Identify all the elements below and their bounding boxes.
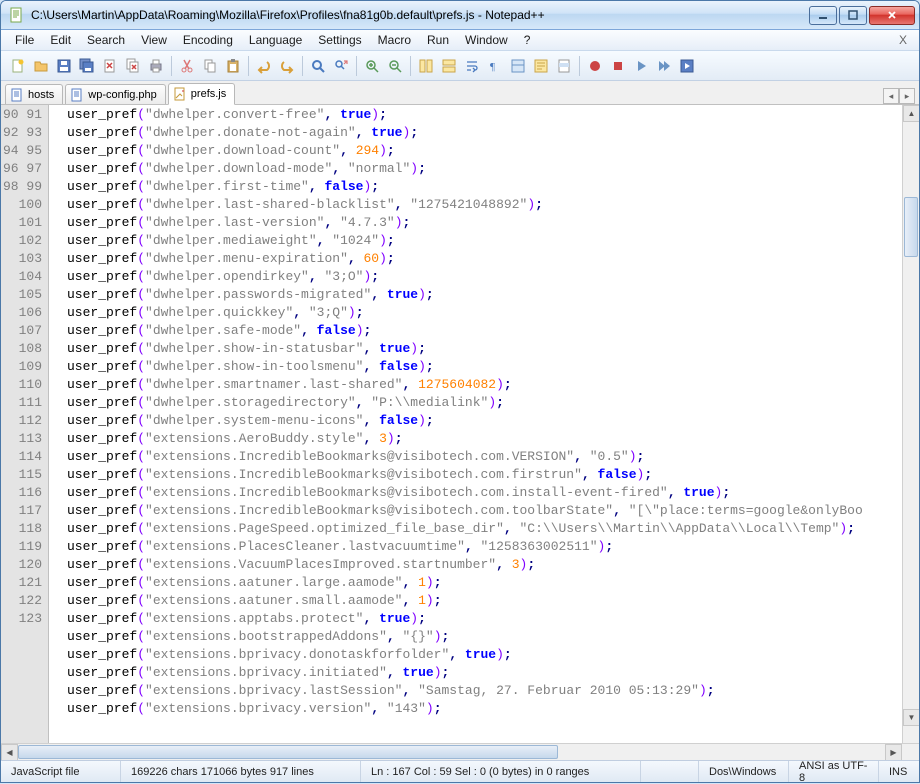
file-icon — [10, 88, 24, 102]
tab-next-icon[interactable]: ▸ — [899, 88, 915, 104]
close-file-icon[interactable] — [99, 55, 121, 77]
save-macro-icon[interactable] — [676, 55, 698, 77]
minimize-button[interactable] — [809, 6, 837, 25]
tabbar: hosts wp-config.php prefs.js ◂ ▸ — [1, 81, 919, 105]
menu-macro[interactable]: Macro — [370, 31, 419, 49]
play-multi-icon[interactable] — [653, 55, 675, 77]
status-position: Ln : 167 Col : 59 Sel : 0 (0 bytes) in 0… — [361, 761, 641, 782]
menu-view[interactable]: View — [133, 31, 175, 49]
scroll-up-icon[interactable]: ▲ — [903, 105, 919, 122]
tab-prefs-js[interactable]: prefs.js — [168, 83, 235, 105]
separator — [410, 56, 411, 76]
open-file-icon[interactable] — [30, 55, 52, 77]
record-macro-icon[interactable] — [584, 55, 606, 77]
separator — [302, 56, 303, 76]
toolbar: ¶ — [1, 51, 919, 81]
sync-vscroll-icon[interactable] — [415, 55, 437, 77]
cut-icon[interactable] — [176, 55, 198, 77]
menu-close-x[interactable]: X — [893, 33, 913, 47]
user-lang-icon[interactable] — [530, 55, 552, 77]
menu-language[interactable]: Language — [241, 31, 310, 49]
separator — [171, 56, 172, 76]
maximize-button[interactable] — [839, 6, 867, 25]
app-icon — [9, 7, 25, 23]
code-area[interactable]: user_pref("dwhelper.convert-free", true)… — [49, 105, 902, 743]
scroll-thumb[interactable] — [904, 197, 918, 257]
sync-hscroll-icon[interactable] — [438, 55, 460, 77]
window-title: C:\Users\Martin\AppData\Roaming\Mozilla\… — [31, 8, 809, 22]
close-all-icon[interactable] — [122, 55, 144, 77]
save-icon[interactable] — [53, 55, 75, 77]
scroll-left-icon[interactable]: ◀ — [1, 744, 18, 761]
menu-edit[interactable]: Edit — [42, 31, 79, 49]
play-macro-icon[interactable] — [630, 55, 652, 77]
zoom-in-icon[interactable] — [361, 55, 383, 77]
tab-label: wp-config.php — [88, 89, 157, 101]
separator — [356, 56, 357, 76]
tab-wp-config-php[interactable]: wp-config.php — [65, 84, 166, 104]
copy-icon[interactable] — [199, 55, 221, 77]
stop-macro-icon[interactable] — [607, 55, 629, 77]
line-numbers: 90 91 92 93 94 95 96 97 98 99 100 101 10… — [1, 105, 49, 743]
menu-settings[interactable]: Settings — [310, 31, 369, 49]
doc-map-icon[interactable] — [553, 55, 575, 77]
status-eol: Dos\Windows — [699, 761, 789, 782]
save-all-icon[interactable] — [76, 55, 98, 77]
vertical-scrollbar[interactable]: ▲ ▼ — [902, 105, 919, 743]
menu-search[interactable]: Search — [79, 31, 133, 49]
paste-icon[interactable] — [222, 55, 244, 77]
separator — [248, 56, 249, 76]
titlebar[interactable]: C:\Users\Martin\AppData\Roaming\Mozilla\… — [1, 1, 919, 30]
menu-window[interactable]: Window — [457, 31, 516, 49]
editor: 90 91 92 93 94 95 96 97 98 99 100 101 10… — [1, 105, 919, 743]
menu-help[interactable]: ? — [516, 31, 539, 49]
undo-icon[interactable] — [253, 55, 275, 77]
hscroll-thumb[interactable] — [18, 745, 558, 759]
menu-file[interactable]: File — [7, 31, 42, 49]
tab-hosts[interactable]: hosts — [5, 84, 63, 104]
close-button[interactable] — [869, 6, 915, 25]
status-stats: 169226 chars 171066 bytes 917 lines — [121, 761, 361, 782]
window: C:\Users\Martin\AppData\Roaming\Mozilla\… — [0, 0, 920, 783]
file-icon — [70, 88, 84, 102]
tab-prev-icon[interactable]: ◂ — [883, 88, 899, 104]
new-file-icon[interactable] — [7, 55, 29, 77]
redo-icon[interactable] — [276, 55, 298, 77]
menubar: File Edit Search View Encoding Language … — [1, 30, 919, 51]
wordwrap-icon[interactable] — [461, 55, 483, 77]
status-mode: INS — [879, 761, 919, 782]
status-encoding: ANSI as UTF-8 — [789, 761, 879, 782]
separator — [579, 56, 580, 76]
indent-guide-icon[interactable] — [507, 55, 529, 77]
file-icon — [173, 87, 187, 101]
tab-label: hosts — [28, 89, 54, 101]
scroll-corner — [902, 744, 919, 760]
status-spacer — [641, 761, 699, 782]
zoom-out-icon[interactable] — [384, 55, 406, 77]
replace-icon[interactable] — [330, 55, 352, 77]
status-language: JavaScript file — [1, 761, 121, 782]
menu-encoding[interactable]: Encoding — [175, 31, 241, 49]
scroll-right-icon[interactable]: ▶ — [885, 744, 902, 761]
statusbar: JavaScript file 169226 chars 171066 byte… — [1, 760, 919, 782]
horizontal-scrollbar[interactable]: ◀ ▶ — [1, 743, 919, 760]
svg-text:¶: ¶ — [490, 61, 495, 73]
print-icon[interactable] — [145, 55, 167, 77]
show-all-chars-icon[interactable]: ¶ — [484, 55, 506, 77]
tab-label: prefs.js — [191, 88, 226, 100]
tab-navigation: ◂ ▸ — [883, 88, 915, 104]
window-controls — [809, 6, 915, 25]
menu-run[interactable]: Run — [419, 31, 457, 49]
find-icon[interactable] — [307, 55, 329, 77]
scroll-down-icon[interactable]: ▼ — [903, 709, 919, 726]
